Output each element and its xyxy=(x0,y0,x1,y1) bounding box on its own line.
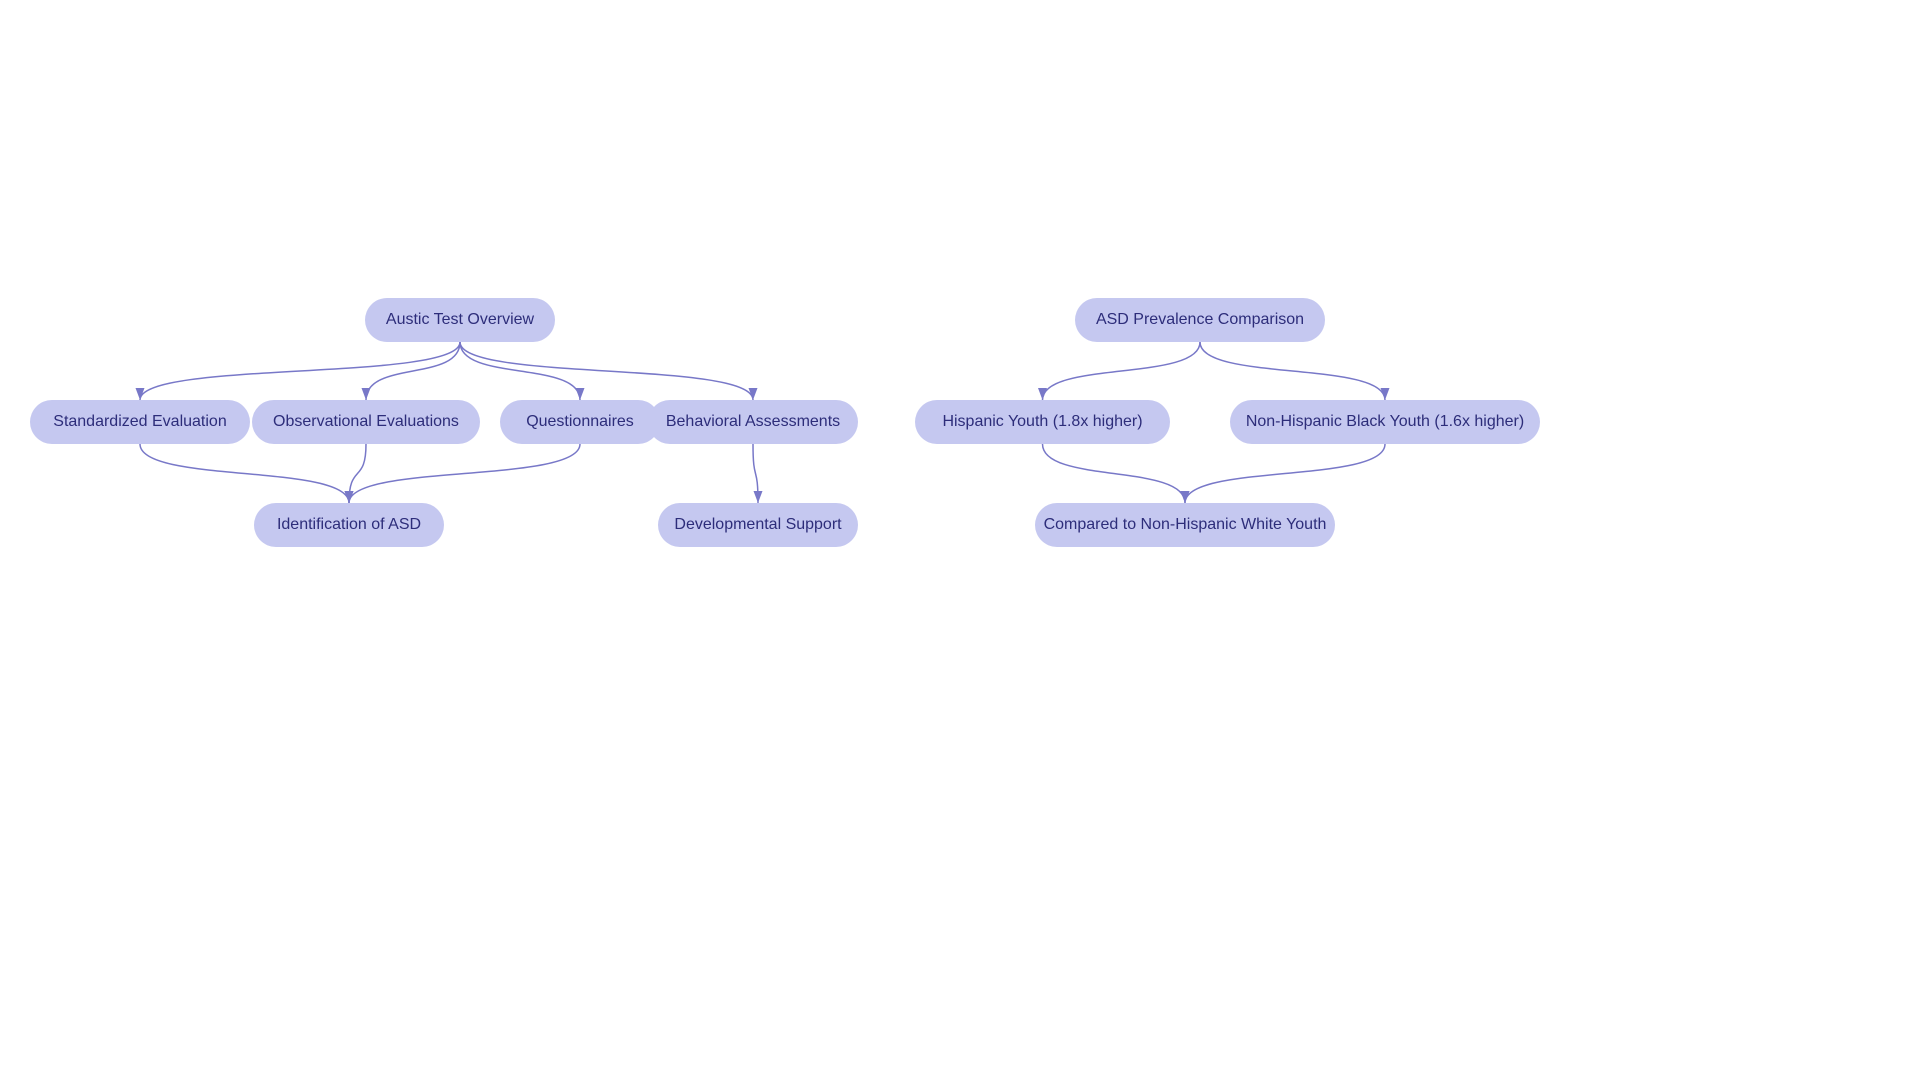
node-austic-test-overview: Austic Test Overview xyxy=(365,298,555,342)
node-standardized-evaluation: Standardized Evaluation xyxy=(30,400,250,444)
node-hispanic-youth: Hispanic Youth (1.8x higher) xyxy=(915,400,1170,444)
node-non-hispanic-black-youth: Non-Hispanic Black Youth (1.6x higher) xyxy=(1230,400,1540,444)
diagram-container: Austic Test Overview Standardized Evalua… xyxy=(0,0,1920,1083)
node-behavioral-assessments: Behavioral Assessments xyxy=(648,400,858,444)
node-developmental-support: Developmental Support xyxy=(658,503,858,547)
node-identification-asd: Identification of ASD xyxy=(254,503,444,547)
node-observational-evaluations: Observational Evaluations xyxy=(252,400,480,444)
node-asd-prevalence-comparison: ASD Prevalence Comparison xyxy=(1075,298,1325,342)
node-questionnaires: Questionnaires xyxy=(500,400,660,444)
node-compared-non-hispanic-white: Compared to Non-Hispanic White Youth xyxy=(1035,503,1335,547)
